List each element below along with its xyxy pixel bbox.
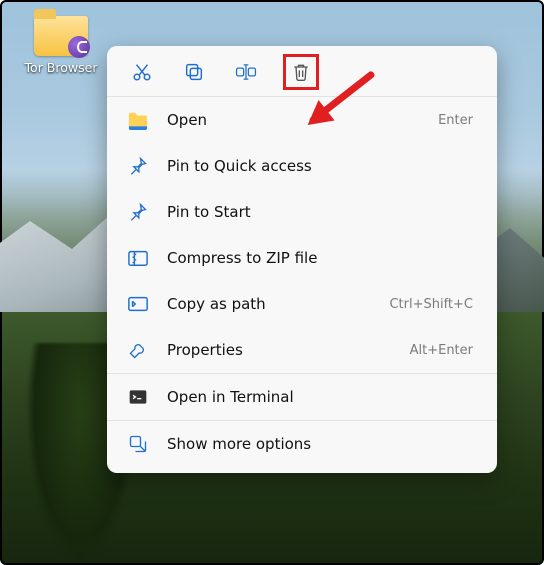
menu-item-label: Compress to ZIP file [167,249,473,267]
menu-item-open[interactable]: Open Enter [107,97,497,143]
menu-item-properties[interactable]: Properties Alt+Enter [107,327,497,373]
zip-icon [127,247,149,269]
menu-item-label: Copy as path [167,295,371,313]
tor-overlay-icon [68,36,90,58]
desktop-icon-tor-browser[interactable]: Tor Browser [24,16,98,75]
menu-item-show-more-options[interactable]: Show more options [107,421,497,467]
menu-item-compress-zip[interactable]: Compress to ZIP file [107,235,497,281]
menu-item-label: Properties [167,341,392,359]
desktop-icon-label: Tor Browser [24,60,98,75]
menu-item-shortcut: Enter [438,113,473,128]
menu-item-shortcut: Alt+Enter [410,343,473,358]
menu-item-pin-start[interactable]: Pin to Start [107,189,497,235]
delete-icon[interactable] [290,61,312,83]
menu-item-shortcut: Ctrl+Shift+C [389,297,473,312]
folder-icon [34,16,88,56]
pin-icon [127,155,149,177]
context-menu: Open Enter Pin to Quick access Pin to St… [107,46,497,473]
folder-open-icon [127,109,149,131]
menu-item-label: Open in Terminal [167,388,473,406]
menu-item-pin-quick-access[interactable]: Pin to Quick access [107,143,497,189]
desktop-background: Tor Browser [0,0,544,565]
menu-item-label: Pin to Start [167,203,473,221]
menu-item-label: Show more options [167,435,473,453]
more-icon [127,433,149,455]
menu-item-label: Open [167,111,420,129]
wrench-icon [127,339,149,361]
pin-icon [127,201,149,223]
delete-highlight-box [283,54,319,90]
rename-icon[interactable] [235,61,257,83]
cut-icon[interactable] [131,61,153,83]
menu-item-copy-as-path[interactable]: Copy as path Ctrl+Shift+C [107,281,497,327]
terminal-icon [127,386,149,408]
context-menu-toolbar [107,46,497,96]
copy-icon[interactable] [183,61,205,83]
menu-item-label: Pin to Quick access [167,157,473,175]
path-icon [127,293,149,315]
menu-item-open-terminal[interactable]: Open in Terminal [107,374,497,420]
